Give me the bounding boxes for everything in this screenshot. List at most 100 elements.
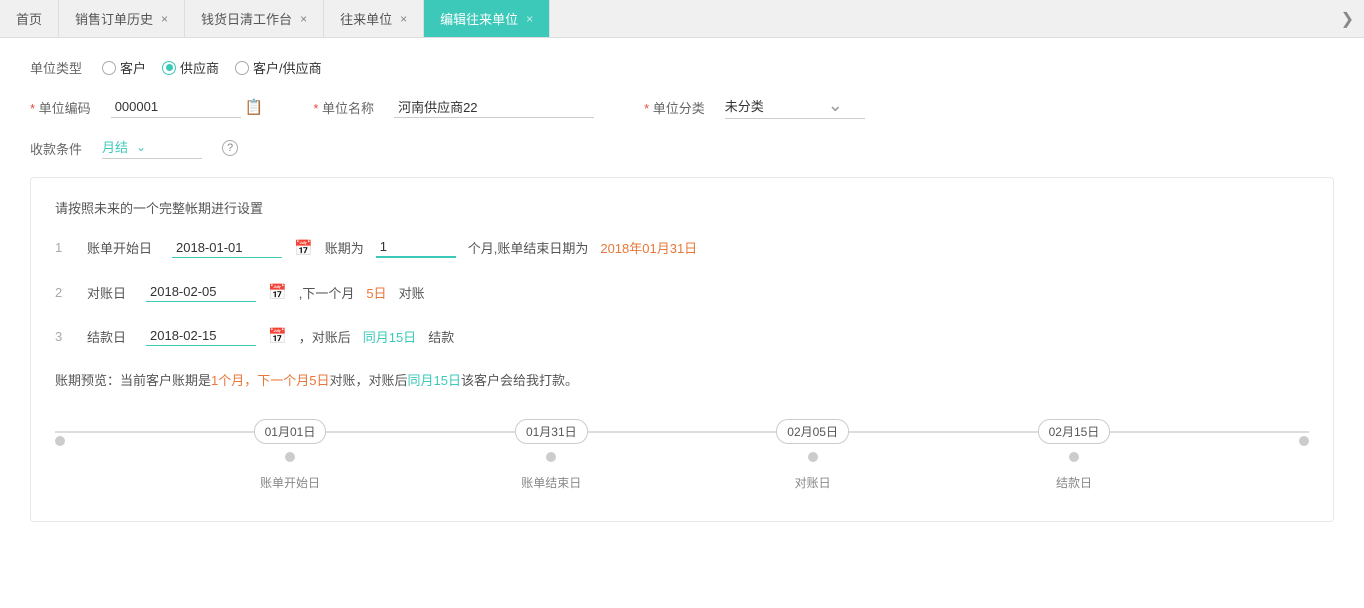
tab-bar: 首页 销售订单历史 × 钱货日清工作台 × 往来单位 × 编辑往来单位 × ❯	[0, 0, 1364, 38]
row-2-highlight: 5日	[366, 283, 386, 302]
name-input[interactable]	[394, 96, 594, 118]
row-1-highlight: 2018年01月31日	[600, 238, 697, 257]
row-2-date[interactable]	[146, 282, 256, 302]
timeline-label-3: 对账日	[795, 474, 831, 491]
radio-supplier[interactable]: 供应商	[162, 58, 219, 77]
tab-sales-history[interactable]: 销售订单历史 ×	[59, 0, 185, 37]
payment-select[interactable]: 月结 ⌄	[102, 137, 202, 159]
timeline-end-dot	[1299, 436, 1309, 446]
radio-customer-label: 客户	[120, 58, 146, 77]
category-select[interactable]: 未分类 ⌄	[725, 95, 865, 119]
category-value: 未分类	[725, 96, 764, 115]
tab-contacts-label: 往来单位	[340, 9, 392, 28]
payment-help-icon[interactable]: ?	[222, 140, 238, 156]
row-3-highlight: 同月15日	[363, 327, 416, 346]
unit-type-radio-group: 客户 供应商 客户/供应商	[102, 58, 322, 77]
name-field-group	[394, 96, 594, 118]
tab-home-label: 首页	[16, 9, 42, 28]
radio-both-circle	[235, 61, 249, 75]
radio-customer-circle	[102, 61, 116, 75]
row-1: 1 账单开始日 📅 账期为 个月,账单结束日期为 2018年01月31日	[55, 237, 1309, 258]
row-2-prefix: ,下一个月	[299, 283, 355, 302]
row-2-suffix-end: 对账	[399, 283, 425, 302]
timeline-label-1: 账单开始日	[260, 474, 320, 491]
row-3-calendar-icon[interactable]: 📅	[268, 327, 287, 345]
preview-part1: 1个月，	[211, 373, 257, 388]
radio-both-label: 客户/供应商	[253, 58, 322, 77]
code-input[interactable]	[111, 96, 241, 118]
tab-home[interactable]: 首页	[0, 0, 59, 37]
tab-cash-work[interactable]: 钱货日清工作台 ×	[185, 0, 324, 37]
timeline-point-3: 02月05日 对账日	[776, 419, 849, 491]
timeline-dot-1	[285, 452, 295, 462]
radio-customer[interactable]: 客户	[102, 58, 146, 77]
row-1-num: 1	[55, 240, 75, 255]
code-copy-icon[interactable]: 📋	[245, 98, 264, 116]
row-3-num: 3	[55, 329, 75, 344]
tab-edit-contacts[interactable]: 编辑往来单位 ×	[424, 0, 550, 37]
timeline: 01月01日 账单开始日 01月31日 账单结束日 02月05日 对账日 02月…	[55, 409, 1309, 501]
row-1-calendar-icon[interactable]: 📅	[294, 239, 313, 257]
timeline-label-4: 结款日	[1056, 474, 1092, 491]
code-field-group: 📋	[111, 96, 264, 118]
row-1-suffix-after: 个月,账单结束日期为	[468, 238, 589, 257]
category-label: 单位分类	[644, 98, 705, 117]
timeline-point-4: 02月15日 结款日	[1038, 419, 1111, 491]
row-2-calendar-icon[interactable]: 📅	[268, 283, 287, 301]
tab-contacts-close[interactable]: ×	[400, 12, 407, 26]
timeline-start-dot	[55, 436, 65, 446]
preview-part2: 下一个月5日	[257, 373, 329, 388]
tab-contacts[interactable]: 往来单位 ×	[324, 0, 424, 37]
row-3-suffix-end: 结款	[428, 327, 454, 346]
payment-dropdown-arrow: ⌄	[136, 140, 146, 154]
preview-label: 账期预览：当前客户账期是	[55, 373, 211, 388]
card-title: 请按照未来的一个完整帐期进行设置	[55, 198, 1309, 217]
preview-mid: 对账，对账后	[329, 373, 407, 388]
preview-text: 账期预览：当前客户账期是1个月，下一个月5日对账，对账后同月15日该客户会给我打…	[55, 370, 1309, 389]
row-3: 3 结款日 📅 ，对账后 同月15日 结款	[55, 326, 1309, 346]
unit-type-row: 单位类型 客户 供应商 客户/供应商	[30, 58, 1334, 77]
timeline-point-1: 01月01日 账单开始日	[254, 419, 327, 491]
radio-both[interactable]: 客户/供应商	[235, 58, 322, 77]
timeline-label-2: 账单结束日	[521, 474, 581, 491]
timeline-badge-1: 01月01日	[254, 419, 327, 444]
row-2: 2 对账日 📅 ,下一个月 5日对账	[55, 282, 1309, 302]
main-content: 单位类型 客户 供应商 客户/供应商 单位编码 📋 单位名称 单位分	[0, 38, 1364, 608]
payment-row: 收款条件 月结 ⌄ ?	[30, 137, 1334, 159]
timeline-point-2: 01月31日 账单结束日	[515, 419, 588, 491]
radio-supplier-circle	[162, 61, 176, 75]
row-2-num: 2	[55, 285, 75, 300]
tab-edit-contacts-label: 编辑往来单位	[440, 9, 518, 28]
timeline-dot-3	[808, 452, 818, 462]
timeline-inner: 01月01日 账单开始日 01月31日 账单结束日 02月05日 对账日 02月…	[55, 419, 1309, 491]
timeline-badge-4: 02月15日	[1038, 419, 1111, 444]
name-label: 单位名称	[313, 98, 374, 117]
timeline-dot-2	[546, 452, 556, 462]
category-chevron: ⌄	[828, 95, 843, 116]
row-1-label: 账单开始日	[87, 238, 152, 257]
row-3-suffix: ，对账后	[299, 327, 351, 346]
row-1-suffix-before: 账期为	[325, 238, 364, 257]
tab-cash-work-close[interactable]: ×	[300, 12, 307, 26]
tab-sales-history-close[interactable]: ×	[161, 12, 168, 26]
preview-part3: 同月15日	[408, 373, 461, 388]
payment-value: 月结	[102, 137, 128, 156]
row-2-label: 对账日	[87, 283, 126, 302]
timeline-dot-4	[1069, 452, 1079, 462]
code-name-category-row: 单位编码 📋 单位名称 单位分类 未分类 ⌄	[30, 95, 1334, 119]
row-3-date[interactable]	[146, 326, 256, 346]
row-1-period-input[interactable]	[376, 237, 456, 258]
timeline-badge-3: 02月05日	[776, 419, 849, 444]
tab-edit-contacts-close[interactable]: ×	[526, 12, 533, 26]
row-3-label: 结款日	[87, 327, 126, 346]
tab-cash-work-label: 钱货日清工作台	[201, 9, 292, 28]
timeline-badge-2: 01月31日	[515, 419, 588, 444]
row-1-date[interactable]	[172, 238, 282, 258]
settings-card: 请按照未来的一个完整帐期进行设置 1 账单开始日 📅 账期为 个月,账单结束日期…	[30, 177, 1334, 522]
preview-end: 该客户会给我打款。	[461, 373, 578, 388]
tab-sales-history-label: 销售订单历史	[75, 9, 153, 28]
radio-supplier-label: 供应商	[180, 58, 219, 77]
tab-expand-button[interactable]: ❯	[1331, 0, 1364, 37]
code-label: 单位编码	[30, 98, 91, 117]
unit-type-label: 单位类型	[30, 58, 82, 77]
